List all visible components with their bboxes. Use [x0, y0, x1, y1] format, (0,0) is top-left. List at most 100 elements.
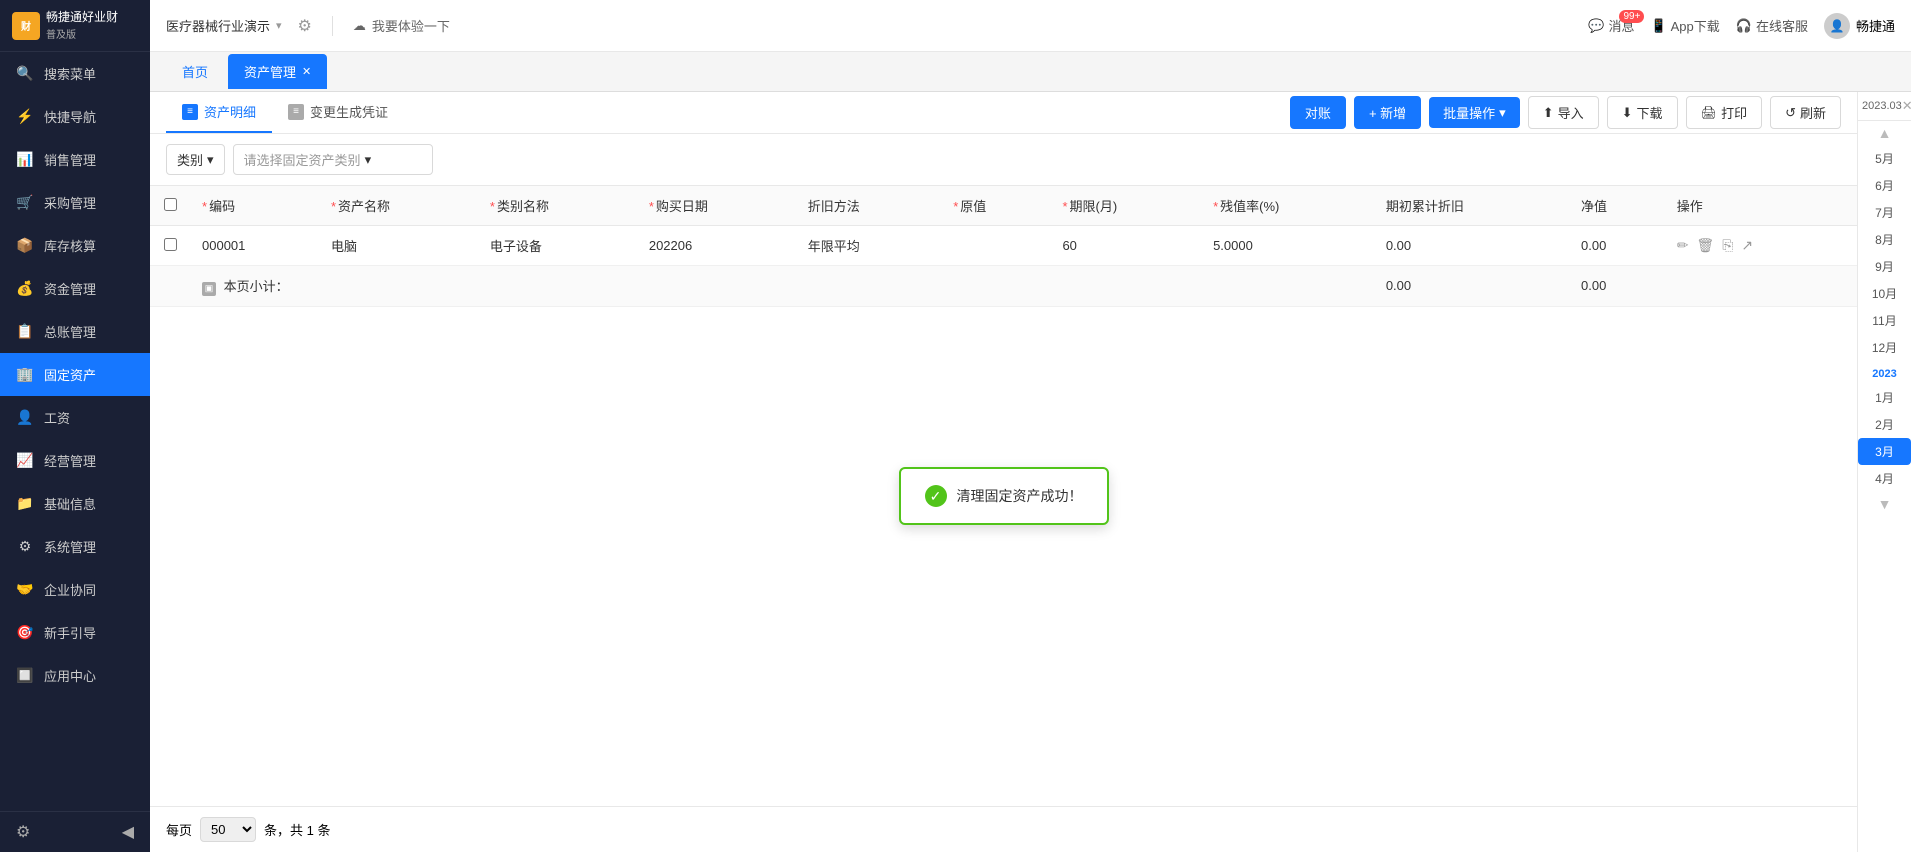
sidebar-item-system[interactable]: ⚙ 系统管理 — [0, 525, 150, 568]
tabbar: 首页 资产管理 ✕ — [150, 52, 1911, 92]
subtab-bar: ≡ 资产明细 ≡ 变更生成凭证 对账 + 新增 批量操作 ▾ ⬆ — [150, 92, 1857, 134]
more-icon[interactable]: ↗ — [1741, 237, 1753, 254]
sidebar-item-label-app-center: 应用中心 — [44, 666, 96, 685]
col-purchase-date: *购买日期 — [637, 186, 796, 226]
scroll-up-arrow[interactable]: ▲ — [1858, 121, 1911, 145]
months-2023: 1月 2月 3月 4月 — [1858, 384, 1911, 492]
row-initial-accumulated: 0.00 — [1374, 226, 1569, 266]
sidebar-collapse-icon[interactable]: ◀ — [122, 822, 134, 842]
sidebar-item-enterprise[interactable]: 🤝 企业协同 — [0, 568, 150, 611]
sidebar-item-guide[interactable]: 🎯 新手引导 — [0, 611, 150, 654]
sidebar-item-search[interactable]: 🔍 搜索菜单 — [0, 52, 150, 95]
row-purchase-date: 202206 — [637, 226, 796, 266]
refresh-icon: ↺ — [1785, 105, 1796, 121]
sidebar-item-basic-info[interactable]: 📁 基础信息 — [0, 482, 150, 525]
sidebar-item-label-system: 系统管理 — [44, 537, 96, 556]
scroll-down-arrow[interactable]: ▼ — [1858, 492, 1911, 516]
print-button[interactable]: 🖨 打印 — [1686, 96, 1763, 129]
sidebar-item-label-payroll: 工资 — [44, 408, 70, 427]
content-area: ≡ 资产明细 ≡ 变更生成凭证 对账 + 新增 批量操作 ▾ ⬆ — [150, 92, 1911, 852]
sidebar-item-payroll[interactable]: 👤 工资 — [0, 396, 150, 439]
row-name: 电脑 — [319, 226, 478, 266]
sidebar-item-finance[interactable]: 💰 资金管理 — [0, 267, 150, 310]
col-period: *期限(月) — [1050, 186, 1201, 226]
tab-asset-mgmt[interactable]: 资产管理 ✕ — [228, 54, 327, 89]
sidebar-item-inventory[interactable]: 📦 库存核算 — [0, 224, 150, 267]
sidebar-item-sales[interactable]: 📊 销售管理 — [0, 138, 150, 181]
download-button[interactable]: ⬇ 下载 — [1607, 96, 1678, 129]
subtotal-row: ▣ 本页小计： 0.00 0.00 — [150, 266, 1857, 307]
category-placeholder: 请选择固定资产类别 — [244, 150, 361, 169]
payroll-icon: 👤 — [16, 409, 34, 427]
month-2023-1[interactable]: 1月 — [1858, 384, 1911, 411]
row-residual-rate: 5.0000 — [1201, 226, 1374, 266]
sidebar-item-ledger[interactable]: 📋 总账管理 — [0, 310, 150, 353]
sidebar-item-label-basic-info: 基础信息 — [44, 494, 96, 513]
batch-button[interactable]: 批量操作 ▾ — [1429, 97, 1520, 128]
month-8[interactable]: 8月 — [1858, 226, 1911, 253]
finance-icon: 💰 — [16, 280, 34, 298]
topbar-messages[interactable]: 💬 消息 99+ — [1588, 16, 1634, 35]
subtab-asset-detail[interactable]: ≡ 资产明细 — [166, 92, 272, 133]
asset-table: *编码 *资产名称 *类别名称 *购买日期 折旧方法 *原值 *期限(月) *残… — [150, 186, 1857, 307]
right-panel-close-icon[interactable]: ✕ — [1902, 98, 1911, 114]
main-area: 医疗器械行业演示 ▾ ⚙ ☁ 我要体验一下 💬 消息 99+ 📱 App下载 🎧… — [150, 0, 1911, 852]
category-select[interactable]: 请选择固定资产类别 ▾ — [233, 144, 433, 175]
sidebar-item-quick-nav[interactable]: ⚡ 快捷导航 — [0, 95, 150, 138]
topbar-gear-icon[interactable]: ⚙ — [298, 16, 312, 36]
copy-icon[interactable]: ⎘ — [1722, 237, 1733, 254]
month-2023-4[interactable]: 4月 — [1858, 465, 1911, 492]
subtab-voucher-gen[interactable]: ≡ 变更生成凭证 — [272, 92, 404, 133]
row-checkbox[interactable] — [164, 238, 177, 251]
online-service-label: 在线客服 — [1756, 16, 1808, 35]
sidebar-bottom: ⚙ ◀ — [0, 811, 150, 852]
month-2023-2[interactable]: 2月 — [1858, 411, 1911, 438]
logo-icon: 财 — [12, 12, 40, 40]
topbar-online-service[interactable]: 🎧 在线客服 — [1736, 16, 1808, 35]
system-icon: ⚙ — [16, 538, 34, 556]
topbar: 医疗器械行业演示 ▾ ⚙ ☁ 我要体验一下 💬 消息 99+ 📱 App下载 🎧… — [150, 0, 1911, 52]
right-panel: 2023.03 ✕ ⤢ ▲ 5月 6月 7月 8月 9月 10月 11月 12月 — [1857, 92, 1911, 852]
topbar-right: 💬 消息 99+ 📱 App下载 🎧 在线客服 👤 畅捷通 — [1588, 13, 1895, 39]
col-category: *类别名称 — [478, 186, 637, 226]
tab-home[interactable]: 首页 — [166, 54, 224, 89]
delete-icon[interactable]: 🗑 — [1696, 237, 1714, 254]
tab-close-icon[interactable]: ✕ — [302, 65, 311, 78]
filter-arrow: ▾ — [207, 152, 214, 168]
topbar-experience[interactable]: ☁ 我要体验一下 — [353, 16, 450, 35]
sidebar-settings-icon[interactable]: ⚙ — [16, 822, 30, 842]
month-7[interactable]: 7月 — [1858, 199, 1911, 226]
month-12[interactable]: 12月 — [1858, 334, 1911, 361]
month-6[interactable]: 6月 — [1858, 172, 1911, 199]
topbar-company[interactable]: 医疗器械行业演示 ▾ — [166, 16, 282, 35]
col-name: *资产名称 — [319, 186, 478, 226]
edit-icon[interactable]: ✏ — [1677, 237, 1689, 254]
account-button[interactable]: 对账 — [1290, 96, 1346, 129]
sidebar: 财 畅捷通好业财 普及版 🔍 搜索菜单 ⚡ 快捷导航 📊 销售管理 🛒 采购管理… — [0, 0, 150, 852]
select-all-checkbox[interactable] — [164, 198, 177, 211]
month-5[interactable]: 5月 — [1858, 145, 1911, 172]
sidebar-item-fixed-assets[interactable]: 🏢 固定资产 — [0, 353, 150, 396]
month-11[interactable]: 11月 — [1858, 307, 1911, 334]
sidebar-item-app-center[interactable]: 🔲 应用中心 — [0, 654, 150, 697]
sidebar-item-label-operations: 经营管理 — [44, 451, 96, 470]
category-filter-dropdown[interactable]: 类别 ▾ — [166, 144, 225, 175]
import-button[interactable]: ⬆ 导入 — [1528, 96, 1599, 129]
topbar-app-download[interactable]: 📱 App下载 — [1650, 16, 1719, 35]
month-2023-3[interactable]: 3月 — [1858, 438, 1911, 465]
sidebar-item-label-quick-nav: 快捷导航 — [44, 107, 96, 126]
topbar-user[interactable]: 👤 畅捷通 — [1824, 13, 1895, 39]
pagination: 每页 20 50 100 条，共 1 条 — [150, 806, 1857, 852]
new-button[interactable]: + 新增 — [1354, 96, 1421, 129]
sidebar-item-purchase[interactable]: 🛒 采购管理 — [0, 181, 150, 224]
col-code: *编码 — [190, 186, 319, 226]
total-text: 条，共 1 条 — [264, 820, 330, 839]
month-10[interactable]: 10月 — [1858, 280, 1911, 307]
month-9[interactable]: 9月 — [1858, 253, 1911, 280]
sidebar-item-operations[interactable]: 📈 经营管理 — [0, 439, 150, 482]
subtab-asset-detail-icon: ≡ — [182, 104, 198, 120]
subtotal-initial: 0.00 — [1374, 266, 1569, 307]
purchase-icon: 🛒 — [16, 194, 34, 212]
refresh-button[interactable]: ↺ 刷新 — [1770, 96, 1841, 129]
per-page-select[interactable]: 20 50 100 — [200, 817, 256, 842]
